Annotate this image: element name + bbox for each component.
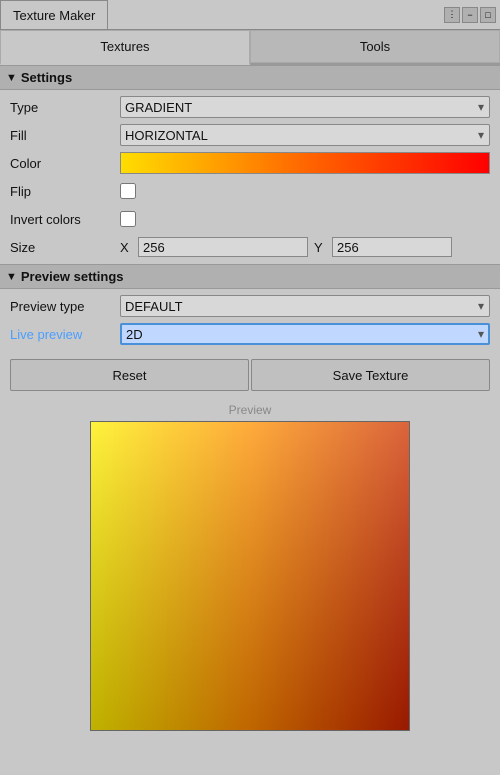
settings-arrow-icon: ▼ (6, 72, 17, 84)
invert-colors-checkbox[interactable] (120, 211, 136, 227)
flip-checkbox[interactable] (120, 183, 136, 199)
preview-settings-arrow-icon: ▼ (6, 271, 17, 283)
preview-type-dropdown-wrapper: DEFAULT TILED CUSTOM (120, 295, 490, 317)
flip-row: Flip (10, 180, 490, 202)
flip-label: Flip (10, 184, 120, 199)
live-preview-dropdown-wrapper: 2D 3D (120, 323, 490, 345)
live-preview-link[interactable]: Live preview (10, 327, 82, 342)
preview-settings-section-header: ▼ Preview settings (0, 264, 500, 289)
settings-form: Type GRADIENT NOISE SOLID Fill HORIZONTA… (0, 90, 500, 264)
minimize-button[interactable]: − (462, 7, 478, 23)
tab-tools-label: Tools (360, 39, 390, 54)
size-label: Size (10, 240, 120, 255)
preview-type-dropdown[interactable]: DEFAULT TILED CUSTOM (120, 295, 490, 317)
type-dropdown[interactable]: GRADIENT NOISE SOLID (120, 96, 490, 118)
save-texture-button[interactable]: Save Texture (251, 359, 490, 391)
preview-label: Preview (10, 403, 490, 417)
type-dropdown-wrapper: GRADIENT NOISE SOLID (120, 96, 490, 118)
tab-tools[interactable]: Tools (250, 30, 500, 63)
minimize-icon: − (467, 10, 472, 20)
title-bar-controls: ⋮ − □ (444, 7, 500, 23)
invert-colors-label: Invert colors (10, 212, 120, 227)
fill-dropdown-wrapper: HORIZONTAL VERTICAL RADIAL (120, 124, 490, 146)
menu-icon: ⋮ (448, 9, 457, 20)
preview-settings-form: Preview type DEFAULT TILED CUSTOM Live p… (0, 289, 500, 351)
preview-settings-label: Preview settings (21, 269, 124, 284)
fill-label: Fill (10, 128, 120, 143)
preview-type-row: Preview type DEFAULT TILED CUSTOM (10, 295, 490, 317)
preview-canvas (90, 421, 410, 731)
size-row: Size X Y (10, 236, 490, 258)
live-preview-label: Live preview (10, 327, 120, 342)
action-buttons-row: Reset Save Texture (0, 351, 500, 399)
tab-textures-label: Textures (100, 39, 149, 54)
color-picker[interactable] (120, 152, 490, 174)
size-inputs: X Y (120, 237, 490, 257)
color-label: Color (10, 156, 120, 171)
type-row: Type GRADIENT NOISE SOLID (10, 96, 490, 118)
settings-section-header: ▼ Settings (0, 65, 500, 90)
reset-button[interactable]: Reset (10, 359, 249, 391)
content-area: ▼ Settings Type GRADIENT NOISE SOLID Fil… (0, 65, 500, 741)
title-bar: Texture Maker ⋮ − □ (0, 0, 500, 30)
color-row: Color (10, 152, 490, 174)
fill-row: Fill HORIZONTAL VERTICAL RADIAL (10, 124, 490, 146)
main-tabs: Textures Tools (0, 30, 500, 65)
preview-type-label: Preview type (10, 299, 120, 314)
live-preview-row: Live preview 2D 3D (10, 323, 490, 345)
maximize-button[interactable]: □ (480, 7, 496, 23)
invert-colors-row: Invert colors (10, 208, 490, 230)
size-y-input[interactable] (332, 237, 452, 257)
fill-dropdown[interactable]: HORIZONTAL VERTICAL RADIAL (120, 124, 490, 146)
live-preview-dropdown[interactable]: 2D 3D (120, 323, 490, 345)
preview-section: Preview (0, 399, 500, 741)
window-title: Texture Maker (13, 8, 95, 23)
window-title-tab: Texture Maker (0, 0, 108, 29)
size-y-label: Y (314, 240, 326, 255)
type-label: Type (10, 100, 120, 115)
settings-label: Settings (21, 70, 72, 85)
tab-textures[interactable]: Textures (0, 30, 250, 65)
maximize-icon: □ (485, 10, 490, 20)
size-x-input[interactable] (138, 237, 308, 257)
size-x-label: X (120, 240, 132, 255)
menu-button[interactable]: ⋮ (444, 7, 460, 23)
